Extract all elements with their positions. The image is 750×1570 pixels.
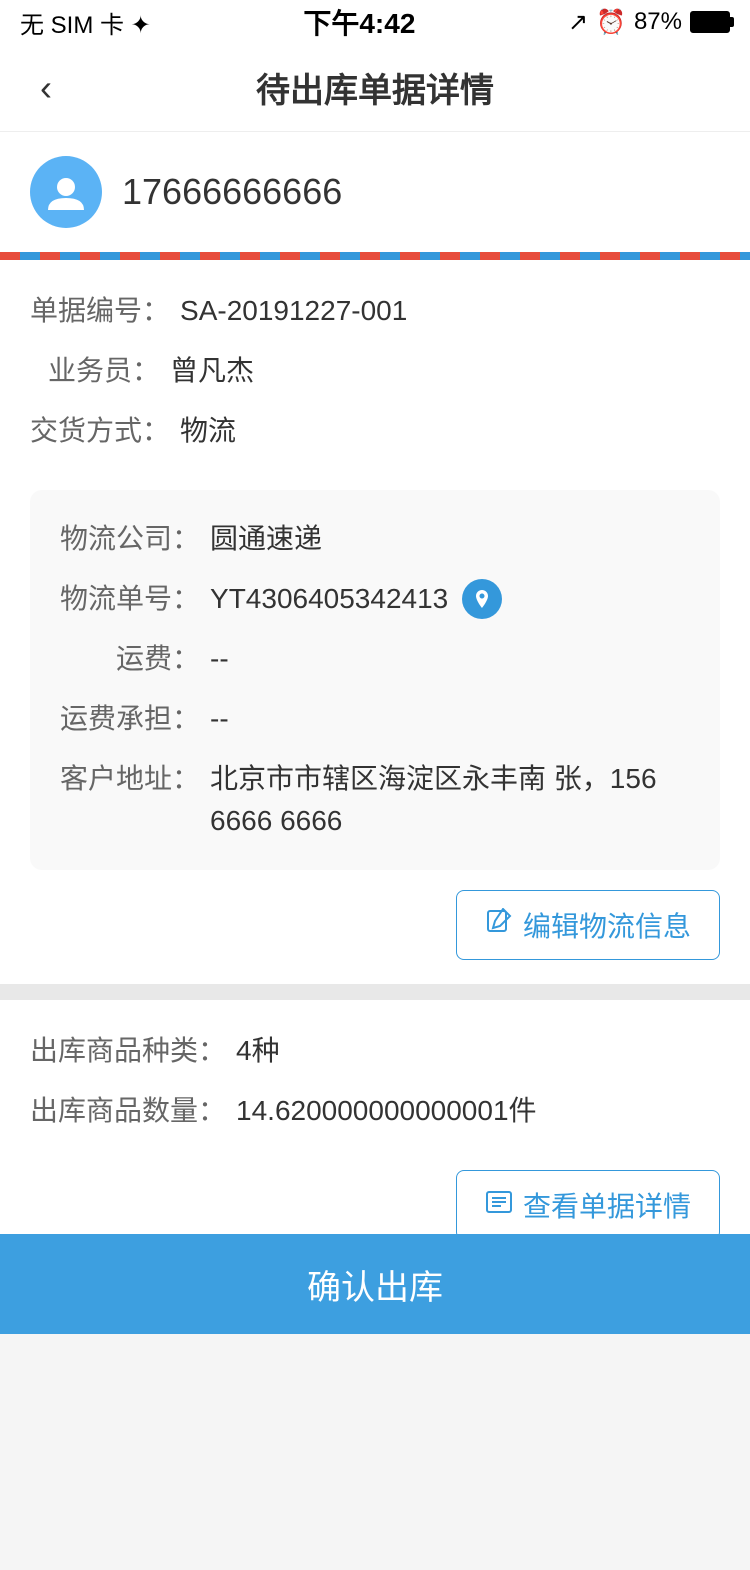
edit-logistics-section: 编辑物流信息 [0,890,750,984]
logistics-tracking-row: 物流单号： YT4306405342413 [60,578,690,620]
document-label: 单据编号： [30,290,180,332]
status-time: 下午4:42 [303,2,415,42]
basic-info-section: 单据编号： SA-20191227-001 业务员： 曾凡杰 交货方式： 物流 [0,260,750,490]
list-icon [485,1188,513,1223]
edit-logistics-button[interactable]: 编辑物流信息 [456,890,720,960]
goods-types-value: 4种 [236,1030,720,1072]
page-title: 待出库单据详情 [256,63,494,112]
goods-quantity-row: 出库商品数量： 14.620000000000001件 [30,1090,720,1132]
freight-label: 运费： [60,638,210,680]
delivery-row: 交货方式： 物流 [30,410,720,452]
status-bar: 无 SIM 卡 ✦ 下午4:42 ↗ ⏰ 87% [0,0,750,44]
edit-icon [485,908,513,943]
freight-value: -- [210,638,690,680]
customer-header: 17666666666 [0,132,750,252]
confirm-button-label: 确认出库 [307,1260,443,1309]
logistics-company-row: 物流公司： 圆通速递 [60,518,690,560]
location-icon-status: ↗ [568,8,588,37]
main-content: 17666666666 单据编号： SA-20191227-001 业务员： 曾… [0,132,750,1570]
back-button[interactable]: ‹ [30,57,62,119]
document-row: 单据编号： SA-20191227-001 [30,290,720,332]
logistics-tracking-value: YT4306405342413 [210,578,690,620]
address-label: 客户地址： [60,758,210,800]
section-separator [0,984,750,1000]
dashed-divider [0,252,750,260]
customer-phone: 17666666666 [122,171,342,213]
alarm-icon: ⏰ [596,8,626,37]
view-details-button[interactable]: 查看单据详情 [456,1170,720,1240]
confirm-bar[interactable]: 确认出库 [0,1234,750,1334]
freight-bear-label: 运费承担： [60,698,210,740]
document-value: SA-20191227-001 [180,290,720,332]
goods-types-label: 出库商品种类： [30,1030,236,1072]
address-value: 北京市市辖区海淀区永丰南 张，156 6666 6666 [210,758,690,842]
edit-logistics-label: 编辑物流信息 [523,905,691,945]
view-details-label: 查看单据详情 [523,1185,691,1225]
agent-row: 业务员： 曾凡杰 [30,350,720,392]
status-left: 无 SIM 卡 ✦ [20,5,151,40]
battery-icon [690,11,730,33]
logistics-tracking-label: 物流单号： [60,578,210,620]
freight-bear-value: -- [210,698,690,740]
delivery-value: 物流 [180,410,720,452]
avatar [30,156,102,228]
status-right: ↗ ⏰ 87% [568,8,730,37]
nav-bar: ‹ 待出库单据详情 [0,44,750,132]
logistics-company-value: 圆通速递 [210,518,690,560]
address-row: 客户地址： 北京市市辖区海淀区永丰南 张，156 6666 6666 [60,758,690,842]
logistics-company-label: 物流公司： [60,518,210,560]
map-pin-icon[interactable] [462,579,502,619]
logistics-card: 物流公司： 圆通速递 物流单号： YT4306405342413 运费： [30,490,720,870]
goods-quantity-value: 14.620000000000001件 [236,1090,720,1132]
sim-status: 无 SIM 卡 ✦ [20,5,151,40]
agent-value: 曾凡杰 [170,350,720,392]
goods-quantity-label: 出库商品数量： [30,1090,236,1132]
freight-bear-row: 运费承担： -- [60,698,690,740]
goods-section: 出库商品种类： 4种 出库商品数量： 14.620000000000001件 [0,1000,750,1170]
freight-row: 运费： -- [60,638,690,680]
agent-label: 业务员： [30,350,170,392]
goods-types-row: 出库商品种类： 4种 [30,1030,720,1072]
delivery-label: 交货方式： [30,410,180,452]
battery-level: 87% [634,8,682,36]
